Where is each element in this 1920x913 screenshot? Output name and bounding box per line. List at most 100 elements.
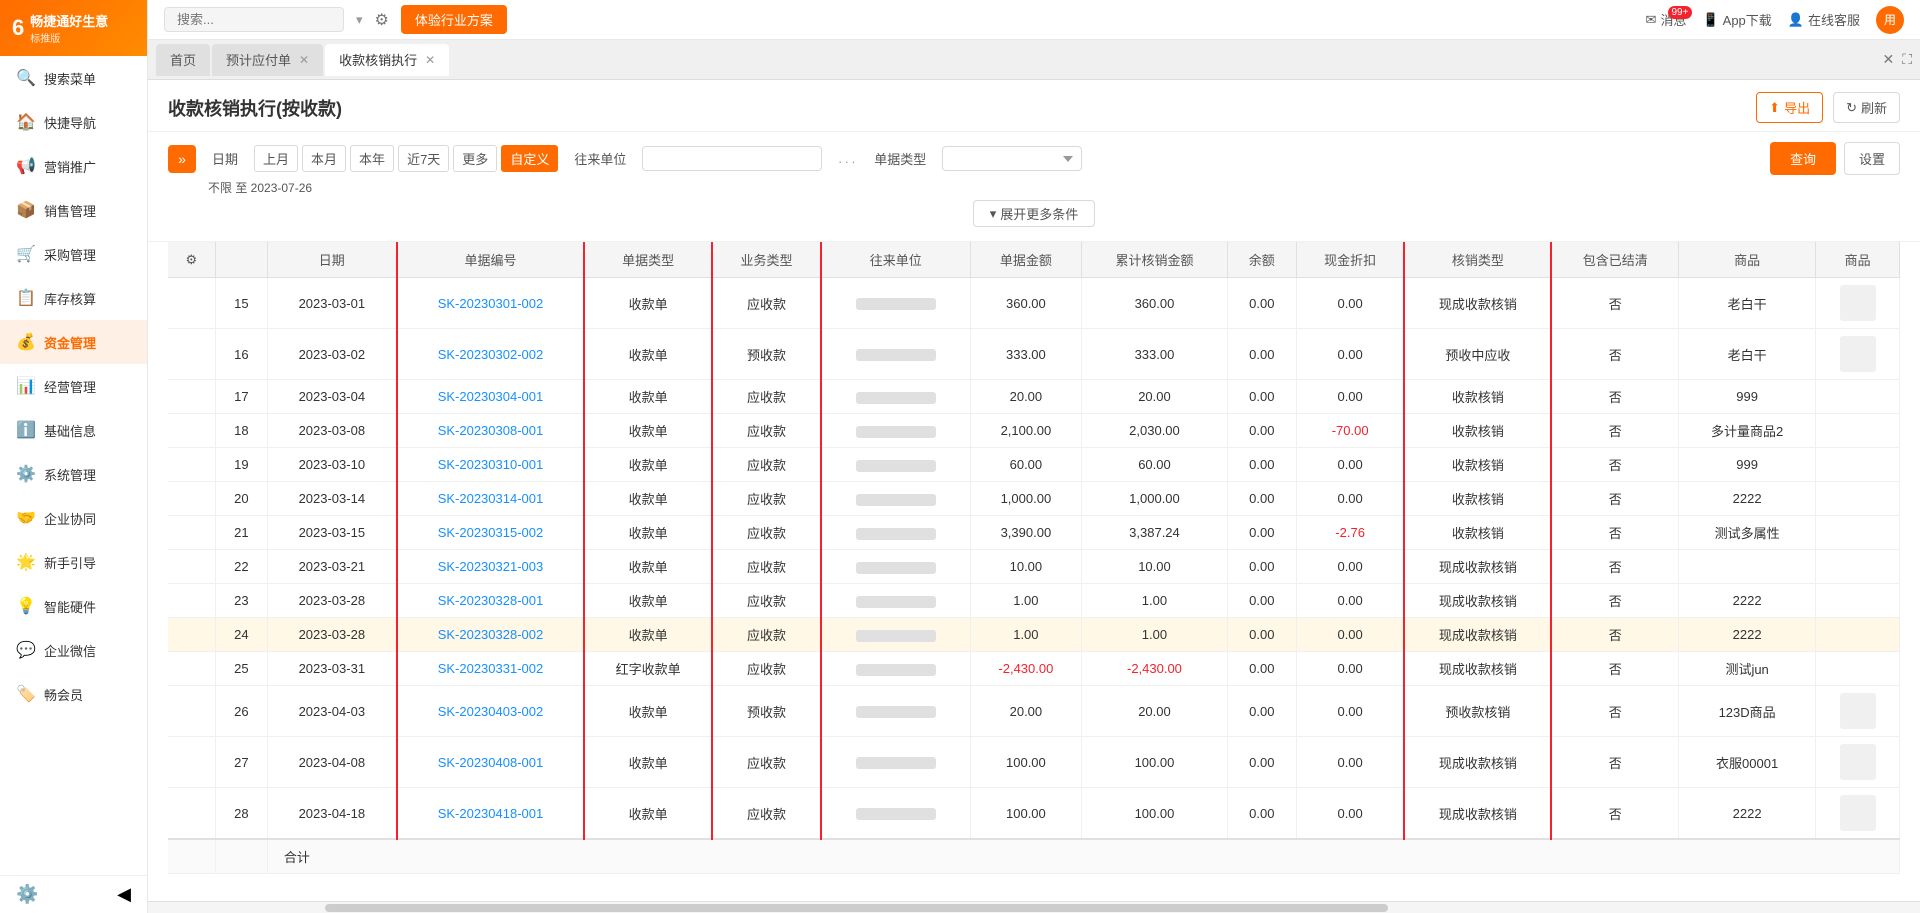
sidebar-item-inventory[interactable]: 📋 库存核算 xyxy=(0,276,147,320)
message-icon-area[interactable]: ✉ 消息 99+ xyxy=(1646,10,1687,29)
table-cell: 2023-03-28 xyxy=(267,618,396,652)
tab-payment-exec[interactable]: 收款核销执行 ✕ xyxy=(325,44,449,76)
filter-expand-button[interactable]: » xyxy=(168,145,196,173)
sidebar-item-hardware[interactable]: 💡 智能硬件 xyxy=(0,584,147,628)
table-cell[interactable]: SK-20230302-002 xyxy=(397,329,584,380)
table-cell: 21 xyxy=(215,516,267,550)
table-cell: 16 xyxy=(215,329,267,380)
doc-no-link[interactable]: SK-20230304-001 xyxy=(438,389,544,404)
table-cell: 0.00 xyxy=(1227,448,1296,482)
tab-pre-receivable[interactable]: 预计应付单 ✕ xyxy=(212,44,323,76)
close-pre-receivable[interactable]: ✕ xyxy=(299,53,309,67)
doc-no-link[interactable]: SK-20230408-001 xyxy=(438,755,544,770)
table-cell[interactable]: SK-20230331-002 xyxy=(397,652,584,686)
sidebar-item-enterprise[interactable]: 🤝 企业协同 xyxy=(0,496,147,540)
table-cell[interactable]: SK-20230315-002 xyxy=(397,516,584,550)
doc-no-link[interactable]: SK-20230328-001 xyxy=(438,593,544,608)
doc-no-link[interactable]: SK-20230314-001 xyxy=(438,491,544,506)
close-tab-icon[interactable]: ✕ xyxy=(1882,51,1894,68)
table-cell: 1.00 xyxy=(1082,584,1228,618)
sidebar-item-finance[interactable]: 💰 资金管理 xyxy=(0,320,147,364)
table-cell[interactable]: SK-20230328-001 xyxy=(397,584,584,618)
table-cell: 应收款 xyxy=(712,278,821,329)
sidebar-item-marketing[interactable]: 📢 营销推广 xyxy=(0,144,147,188)
maximize-icon[interactable]: ⛶ xyxy=(1902,51,1912,68)
table-cell: 2023-03-08 xyxy=(267,414,396,448)
table-cell[interactable]: SK-20230403-002 xyxy=(397,686,584,737)
table-cell[interactable]: SK-20230328-002 xyxy=(397,618,584,652)
sidebar-item-guide[interactable]: 🌟 新手引导 xyxy=(0,540,147,584)
export-button[interactable]: ⬆ 导出 xyxy=(1756,92,1823,123)
settings-button[interactable]: 设置 xyxy=(1844,142,1900,175)
table-cell: 收款单 xyxy=(584,550,712,584)
th-date: 日期 xyxy=(267,242,396,278)
doc-no-link[interactable]: SK-20230301-002 xyxy=(438,296,544,311)
receipt-type-select[interactable] xyxy=(942,146,1082,171)
service-icon: 👤 xyxy=(1788,12,1804,28)
table-row: 162023-03-02SK-20230302-002收款单预收款333.003… xyxy=(168,329,1900,380)
doc-no-link[interactable]: SK-20230315-002 xyxy=(438,525,544,540)
doc-no-link[interactable]: SK-20230308-001 xyxy=(438,423,544,438)
table-cell: 收款核销 xyxy=(1404,516,1551,550)
expand-more-button[interactable]: ▾ 展开更多条件 xyxy=(973,200,1096,227)
app-download-area[interactable]: 📱 App下载 xyxy=(1702,10,1771,29)
table-cell xyxy=(168,652,215,686)
customer-input[interactable] xyxy=(642,146,822,171)
bottom-scrollbar[interactable] xyxy=(148,901,1920,913)
table-cell: 0.00 xyxy=(1296,482,1404,516)
date-btn-last-month[interactable]: 上月 xyxy=(254,145,298,172)
table-cell xyxy=(821,550,970,584)
doc-no-link[interactable]: SK-20230331-002 xyxy=(438,661,544,676)
doc-no-link[interactable]: SK-20230403-002 xyxy=(438,704,544,719)
search-input[interactable] xyxy=(164,7,344,32)
th-settings[interactable]: ⚙ xyxy=(168,242,215,278)
home-tab-label: 首页 xyxy=(170,50,196,69)
sidebar-item-wechat[interactable]: 💬 企业微信 xyxy=(0,628,147,672)
table-cell xyxy=(821,414,970,448)
sidebar-item-sales[interactable]: 📦 销售管理 xyxy=(0,188,147,232)
tab-home[interactable]: 首页 xyxy=(156,44,210,76)
user-avatar[interactable]: 用 xyxy=(1876,6,1904,34)
doc-no-link[interactable]: SK-20230310-001 xyxy=(438,457,544,472)
doc-no-link[interactable]: SK-20230302-002 xyxy=(438,347,544,362)
date-btn-more[interactable]: 更多 xyxy=(453,145,497,172)
online-service-area[interactable]: 👤 在线客服 xyxy=(1788,10,1860,29)
sidebar-item-operations[interactable]: 📊 经营管理 xyxy=(0,364,147,408)
table-cell: 2023-03-28 xyxy=(267,584,396,618)
table-cell[interactable]: SK-20230310-001 xyxy=(397,448,584,482)
close-payment-exec[interactable]: ✕ xyxy=(425,53,435,67)
table-cell xyxy=(821,584,970,618)
doc-no-link[interactable]: SK-20230328-002 xyxy=(438,627,544,642)
table-wrapper[interactable]: ⚙ 日期 单据编号 单据类型 业务类型 往来单位 单据金额 累计核销金额 余额 … xyxy=(148,242,1920,901)
table-cell: 360.00 xyxy=(970,278,1082,329)
sidebar-item-system[interactable]: ⚙️ 系统管理 xyxy=(0,452,147,496)
sidebar-item-search[interactable]: 🔍 搜索菜单 xyxy=(0,56,147,100)
collapse-icon[interactable]: ◀ xyxy=(117,884,131,905)
table-cell[interactable]: SK-20230314-001 xyxy=(397,482,584,516)
date-btn-this-month[interactable]: 本月 xyxy=(302,145,346,172)
table-cell: 25 xyxy=(215,652,267,686)
table-cell[interactable]: SK-20230408-001 xyxy=(397,737,584,788)
table-cell: 0.00 xyxy=(1227,414,1296,448)
table-cell[interactable]: SK-20230301-002 xyxy=(397,278,584,329)
table-cell[interactable]: SK-20230304-001 xyxy=(397,380,584,414)
solution-button[interactable]: 体验行业方案 xyxy=(401,5,507,34)
date-btn-7days[interactable]: 近7天 xyxy=(398,145,449,172)
sidebar-item-basic[interactable]: ℹ️ 基础信息 xyxy=(0,408,147,452)
gear-icon[interactable]: ⚙ xyxy=(375,10,389,30)
sidebar-item-quicknav[interactable]: 🏠 快捷导航 xyxy=(0,100,147,144)
table-cell[interactable]: SK-20230321-003 xyxy=(397,550,584,584)
date-btn-this-year[interactable]: 本年 xyxy=(350,145,394,172)
table-cell: 100.00 xyxy=(970,788,1082,840)
sidebar-item-purchase[interactable]: 🛒 采购管理 xyxy=(0,232,147,276)
table-cell[interactable]: SK-20230418-001 xyxy=(397,788,584,840)
refresh-button[interactable]: ↻ 刷新 xyxy=(1833,92,1900,123)
query-button[interactable]: 查询 xyxy=(1770,142,1836,175)
doc-no-link[interactable]: SK-20230321-003 xyxy=(438,559,544,574)
tab-bar: 首页 预计应付单 ✕ 收款核销执行 ✕ ✕ ⛶ xyxy=(148,40,1920,80)
doc-no-link[interactable]: SK-20230418-001 xyxy=(438,806,544,821)
settings-icon[interactable]: ⚙️ xyxy=(16,884,38,905)
sidebar-item-member[interactable]: 🏷️ 畅会员 xyxy=(0,672,147,716)
table-cell[interactable]: SK-20230308-001 xyxy=(397,414,584,448)
date-btn-custom[interactable]: 自定义 xyxy=(501,145,558,172)
